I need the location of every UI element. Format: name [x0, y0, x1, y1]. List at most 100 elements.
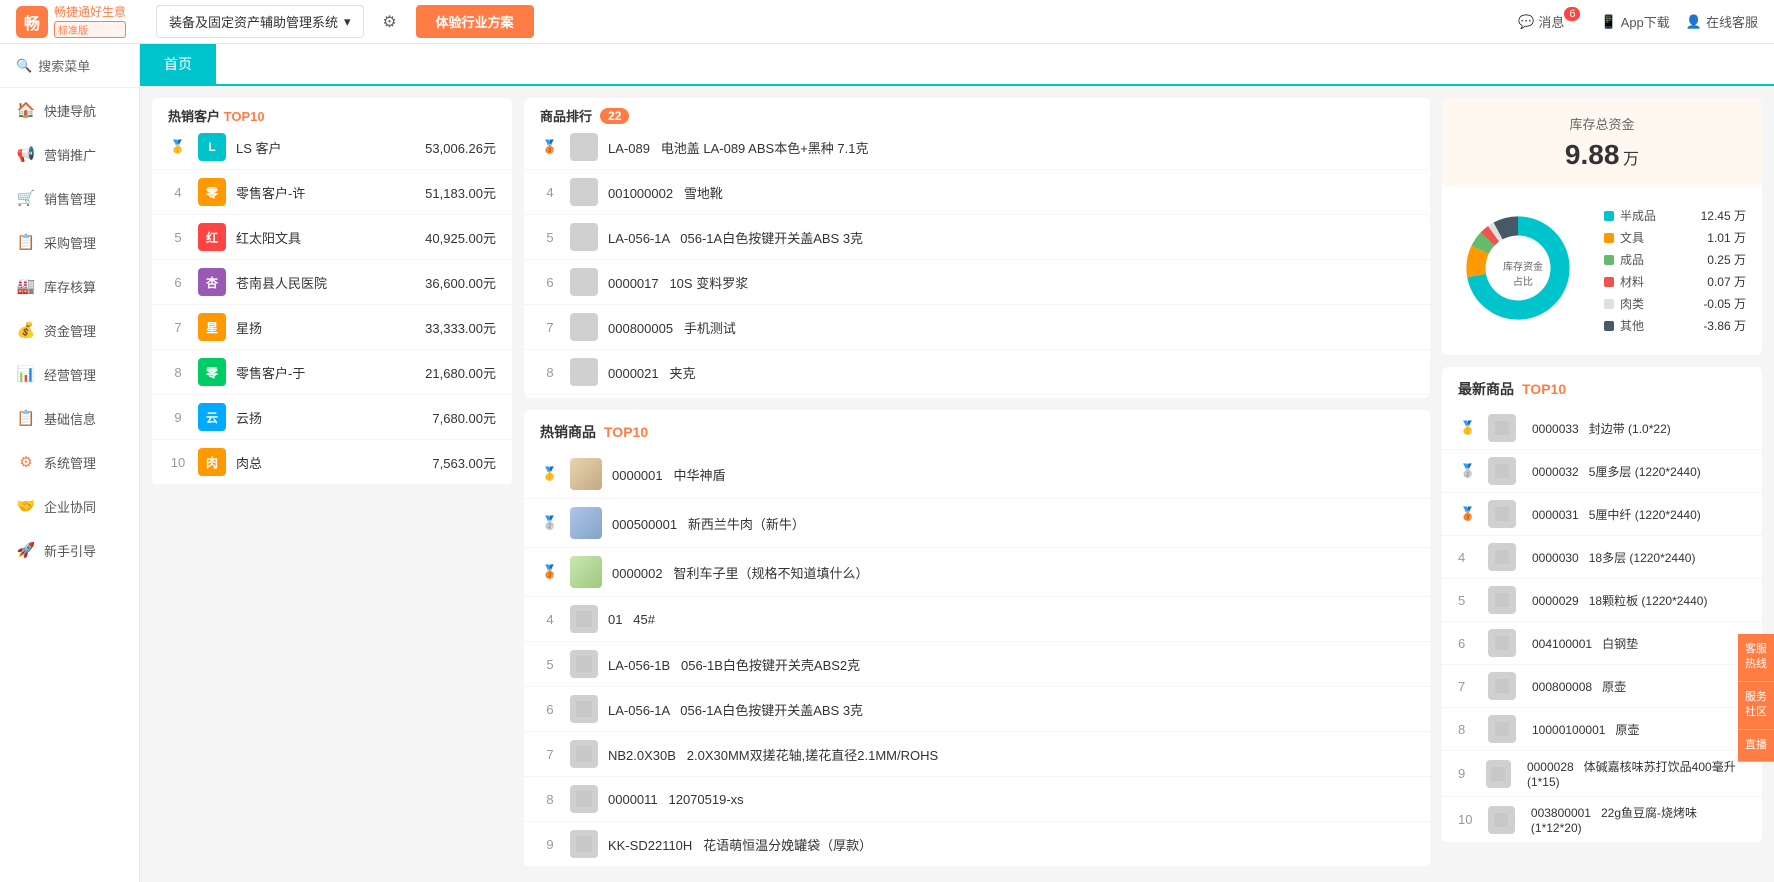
latest-product-item: 🥇 0000033 封边带 (1.0*22) [1442, 407, 1762, 450]
rank-number: 7 [540, 747, 560, 762]
product-name: 0000001 中华神盾 [612, 465, 1414, 484]
sidebar-item-label: 经营管理 [44, 365, 96, 384]
product-icon [570, 133, 598, 161]
legend-dot [1604, 321, 1614, 331]
header-right: 💬 消息 6 📱 App下载 👤 在线客服 [1518, 12, 1758, 31]
customer-item-1: 🥇 L LS 客户 53,006.26元 [152, 125, 512, 170]
legend-name: 成品 [1620, 251, 1701, 268]
hot-products-card: 热销商品 TOP10 🥇 0000001 中华神盾 🥈 000500001 新西… [524, 410, 1430, 867]
product-icon [1488, 500, 1516, 528]
sidebar-item-label: 资金管理 [44, 321, 96, 340]
service-icon: 👤 [1686, 14, 1702, 30]
customer-service-button[interactable]: 客服热线 [1738, 634, 1774, 682]
tab-bar: 首页 [140, 44, 1774, 86]
messages-button[interactable]: 💬 消息 6 [1518, 12, 1584, 31]
gear-button[interactable]: ⚙ [376, 8, 404, 36]
product-icon [1488, 586, 1516, 614]
product-info: 003800001 22g鱼豆腐-烧烤味 (1*12*20) [1531, 804, 1746, 835]
service-community-button[interactable]: 服务社区 [1738, 682, 1774, 730]
customer-avatar: 肉 [198, 448, 226, 476]
legend-value: -3.86 万 [1703, 317, 1746, 334]
customer-name: 星扬 [236, 318, 415, 337]
rank-number: 8 [1458, 722, 1478, 737]
page-content: 热销客户 TOP10 🥇 L LS 客户 53,006.26元 4 零 零售客户… [140, 86, 1774, 882]
product-icon [570, 178, 598, 206]
product-icon [1486, 760, 1511, 788]
sidebar-item-finance[interactable]: 💰 资金管理 [0, 308, 139, 352]
trial-button[interactable]: 体验行业方案 [416, 5, 534, 38]
sidebar-item-operations[interactable]: 📊 经营管理 [0, 352, 139, 396]
top10-badge: TOP10 [604, 424, 648, 440]
rank-number: 6 [1458, 636, 1478, 651]
purchase-icon: 📋 [16, 232, 36, 252]
inventory-icon: 🏭 [16, 276, 36, 296]
hot-product-item: 4 01 45# [524, 597, 1430, 642]
sidebar-item-inventory[interactable]: 🏭 库存核算 [0, 264, 139, 308]
product-icon [570, 650, 598, 678]
message-icon: 💬 [1518, 14, 1534, 30]
rank-number: 6 [540, 275, 560, 290]
rank-number: 8 [540, 365, 560, 380]
legend-name: 文具 [1620, 229, 1701, 246]
inventory-total: 库存总资金 9.88 万 [1442, 98, 1762, 187]
online-service-button[interactable]: 👤 在线客服 [1686, 12, 1758, 31]
sidebar-item-label: 库存核算 [44, 277, 96, 296]
customer-item-8: 10 肉 肉总 7,563.00元 [152, 440, 512, 485]
rank-number: 9 [1458, 766, 1476, 781]
customer-name: 云扬 [236, 408, 422, 427]
app-download-button[interactable]: 📱 App下载 [1600, 12, 1669, 31]
donut-chart: 库存资金占比 [1458, 208, 1588, 338]
legend-item: 其他 -3.86 万 [1604, 317, 1746, 334]
tab-home[interactable]: 首页 [140, 44, 216, 84]
rank-number: 9 [168, 410, 188, 425]
sidebar-item-quick-nav[interactable]: 🏠 快捷导航 [0, 88, 139, 132]
product-rank-item: 9 LA-59651-1B 59651-1B旋转投影灯电池盒 ABS黑色+58克 [524, 395, 1430, 398]
sidebar-item-label: 企业协同 [44, 497, 96, 516]
system-selector[interactable]: 装备及固定资产辅助管理系统 ▾ [156, 5, 364, 38]
donut-section: 库存资金占比 半成品 12.45 万 文具 1.01 万 [1442, 199, 1762, 355]
product-icon [1488, 629, 1516, 657]
product-info: 10000100001 原壶 [1532, 721, 1639, 738]
search-menu[interactable]: 🔍 搜索菜单 [0, 44, 139, 88]
rank-number: 7 [540, 320, 560, 335]
product-rank-item: 5 LA-056-1A 056-1A白色按键开关盖ABS 3克 [524, 215, 1430, 260]
search-icon: 🔍 [16, 58, 32, 74]
hot-product-item: 7 NB2.0X30B 2.0X30MM双搓花轴,搓花直径2.1MM/ROHS [524, 732, 1430, 777]
gold-medal-icon: 🥇 [1458, 418, 1478, 438]
customer-item-6: 8 零 零售客户-于 21,680.00元 [152, 350, 512, 395]
customer-item-7: 9 云 云扬 7,680.00元 [152, 395, 512, 440]
product-name: 0000011 12070519-xs [608, 792, 1414, 807]
sidebar-item-basic-info[interactable]: 📋 基础信息 [0, 396, 139, 440]
sidebar-item-sales[interactable]: 🛒 销售管理 [0, 176, 139, 220]
sidebar-item-label: 基础信息 [44, 409, 96, 428]
header-middle: 装备及固定资产辅助管理系统 ▾ ⚙ 体验行业方案 [156, 5, 1518, 38]
product-name: 01 45# [608, 612, 1414, 627]
sidebar-item-collab[interactable]: 🤝 企业协同 [0, 484, 139, 528]
customer-avatar: 杏 [198, 268, 226, 296]
live-button[interactable]: 直播 [1738, 730, 1774, 762]
product-icon [1488, 715, 1516, 743]
donut-center-label: 库存资金占比 [1503, 258, 1543, 288]
product-rank-item: 4 001000002 雪地靴 [524, 170, 1430, 215]
product-icon [570, 695, 598, 723]
customer-name: 肉总 [236, 453, 422, 472]
customer-avatar: 零 [198, 178, 226, 206]
hot-product-item: 6 LA-056-1A 056-1A白色按键开关盖ABS 3克 [524, 687, 1430, 732]
sidebar-item-system[interactable]: ⚙ 系统管理 [0, 440, 139, 484]
system-icon: ⚙ [16, 452, 36, 472]
hot-product-item: 🥈 000500001 新西兰牛肉（新牛） [524, 499, 1430, 548]
product-icon [1488, 457, 1516, 485]
rank-number: 5 [540, 230, 560, 245]
sidebar-item-purchase[interactable]: 📋 采购管理 [0, 220, 139, 264]
customer-item-2: 4 零 零售客户-许 51,183.00元 [152, 170, 512, 215]
legend-dot [1604, 211, 1614, 221]
sidebar-item-guide[interactable]: 🚀 新手引导 [0, 528, 139, 572]
rank-number: 4 [168, 185, 188, 200]
sidebar-item-marketing[interactable]: 📢 营销推广 [0, 132, 139, 176]
top-header: 畅 畅捷通好生意 标准版 装备及固定资产辅助管理系统 ▾ ⚙ 体验行业方案 💬 … [0, 0, 1774, 44]
legend-item: 成品 0.25 万 [1604, 251, 1746, 268]
right-column: 库存总资金 9.88 万 [1442, 98, 1762, 870]
rank-number: 8 [168, 365, 188, 380]
product-icon [570, 358, 598, 386]
rank-number: 10 [168, 455, 188, 470]
